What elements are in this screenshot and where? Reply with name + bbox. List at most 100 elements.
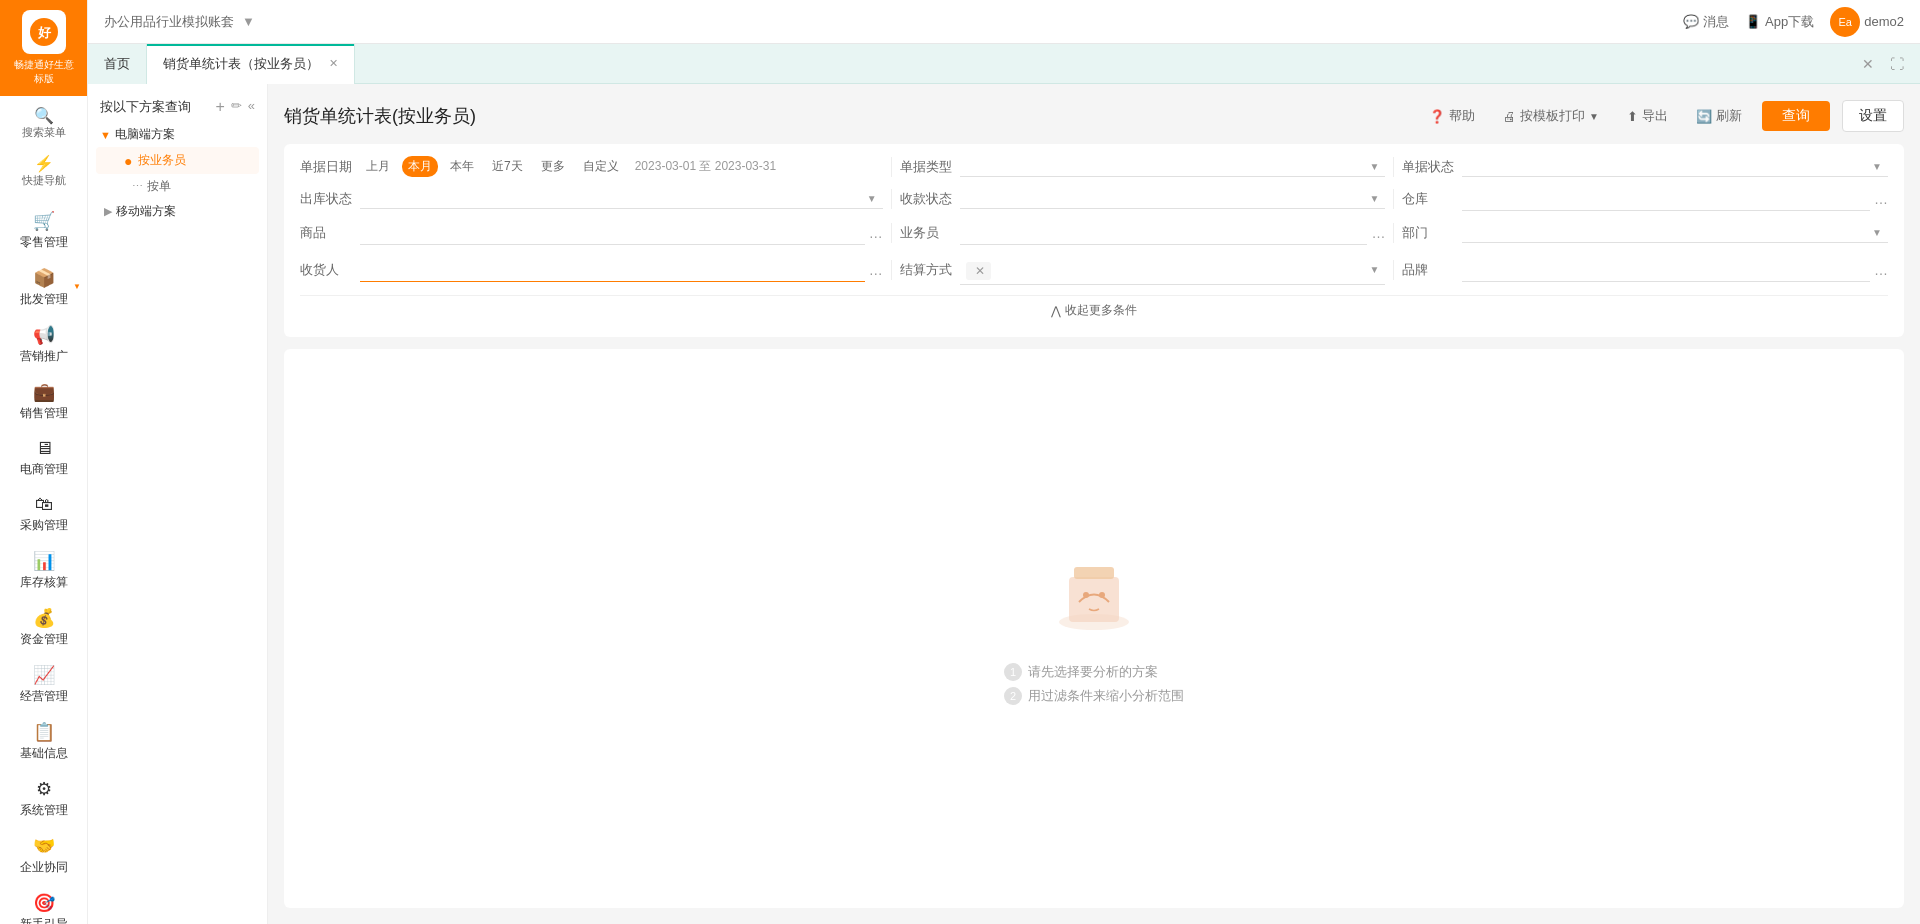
payment-method-select[interactable]: ✕ ▼ xyxy=(960,255,1386,285)
logo-text: 畅捷通好生意 标版 xyxy=(14,58,74,86)
date-btn-this-year[interactable]: 本年 xyxy=(444,156,480,177)
sidebar-item-purchase[interactable]: 🛍 采购管理 xyxy=(0,484,87,540)
date-btn-custom[interactable]: 自定义 xyxy=(577,156,625,177)
warehouse-dots[interactable]: … xyxy=(1874,191,1888,207)
scheme-item-by-salesperson[interactable]: ● 按业务员 xyxy=(96,147,259,174)
tab-maximize-icon[interactable]: ⛶ xyxy=(1890,56,1904,72)
date-btn-last-month[interactable]: 上月 xyxy=(360,156,396,177)
divider-2 xyxy=(1393,157,1394,177)
filter-department-field: 部门 ▼ xyxy=(1402,223,1888,243)
tab-home[interactable]: 首页 xyxy=(88,44,147,84)
collapse-filters-button[interactable]: ⋀ 收起更多条件 xyxy=(300,295,1888,325)
payment-method-clear-button[interactable]: ✕ xyxy=(975,264,985,278)
query-button[interactable]: 查询 xyxy=(1762,101,1830,131)
receiver-dots[interactable]: … xyxy=(869,262,883,278)
scheme-item-label-salesperson: 按业务员 xyxy=(138,152,186,169)
doctype-label: 单据类型 xyxy=(900,158,960,176)
warehouse-input[interactable] xyxy=(1462,187,1870,211)
sub-item-by-order[interactable]: ⋯ 按单 xyxy=(96,174,259,199)
chevron-right-icon: ▶ xyxy=(104,205,112,218)
docstatus-select[interactable]: ▼ xyxy=(1462,157,1888,177)
date-btn-7days[interactable]: 近7天 xyxy=(486,156,529,177)
receiver-input[interactable] xyxy=(360,258,865,282)
filter-payment-method-field: 结算方式 ✕ ▼ xyxy=(900,255,1386,285)
left-panel-actions: + ✏ « xyxy=(215,98,255,116)
sidebar: 好 畅捷通好生意 标版 🔍 搜索菜单 ⚡ 快捷导航 🛒 零售管理 📦 批发管理 … xyxy=(0,0,88,924)
svg-point-5 xyxy=(1083,592,1089,598)
sidebar-item-stock[interactable]: 📊 库存核算 xyxy=(0,540,87,597)
date-btn-this-month[interactable]: 本月 xyxy=(402,156,438,177)
filter-warehouse-field: 仓库 … xyxy=(1402,187,1888,211)
filter-salesperson-field: 业务员 … xyxy=(900,221,1386,245)
edit-scheme-button[interactable]: ✏ xyxy=(231,98,242,116)
salesperson-input[interactable] xyxy=(960,221,1368,245)
sidebar-item-system[interactable]: ⚙ 系统管理 xyxy=(0,768,87,825)
scheme-group-desktop-header[interactable]: ▼ 电脑端方案 xyxy=(96,122,259,147)
main-content: 办公用品行业模拟账套 ▼ 💬 消息 📱 App下载 Ea demo2 首页 xyxy=(88,0,1920,924)
filter-row-3: 商品 … 业务员 … 部门 ▼ xyxy=(300,221,1888,245)
sidebar-item-enterprise[interactable]: 🤝 企业协同 xyxy=(0,825,87,882)
payment-status-select[interactable]: ▼ xyxy=(960,189,1386,209)
left-panel-title-text: 按以下方案查询 xyxy=(100,98,191,116)
outstatus-chevron-icon: ▼ xyxy=(867,193,877,204)
tab-close-all-icon[interactable]: ✕ xyxy=(1862,56,1874,72)
department-chevron-icon: ▼ xyxy=(1872,227,1882,238)
scheme-group-mobile: ▶ 移动端方案 xyxy=(88,199,267,224)
help-icon: ❓ xyxy=(1429,109,1445,124)
doctype-select[interactable]: ▼ xyxy=(960,157,1386,177)
collapse-panel-button[interactable]: « xyxy=(248,98,255,116)
empty-state: 1 请先选择要分析的方案 2 用过滤条件来缩小分析范围 xyxy=(284,349,1904,908)
product-input[interactable] xyxy=(360,221,865,245)
salesperson-dots[interactable]: … xyxy=(1371,225,1385,241)
user-avatar-area[interactable]: Ea demo2 xyxy=(1830,7,1904,37)
product-dots[interactable]: … xyxy=(869,225,883,241)
payment-method-chevron-icon: ▼ xyxy=(1369,264,1379,275)
avatar: Ea xyxy=(1830,7,1860,37)
outstatus-label: 出库状态 xyxy=(300,190,360,208)
message-icon: 💬 xyxy=(1683,14,1699,29)
brand-dots[interactable]: … xyxy=(1874,262,1888,278)
refresh-button[interactable]: 🔄 刷新 xyxy=(1688,103,1750,129)
export-label: 导出 xyxy=(1642,107,1668,125)
outstatus-select[interactable]: ▼ xyxy=(360,189,883,209)
sidebar-item-search[interactable]: 🔍 搜索菜单 xyxy=(0,96,87,144)
sidebar-item-operation[interactable]: 📈 经营管理 xyxy=(0,654,87,711)
template-print-label: 按模板打印 xyxy=(1520,107,1585,125)
salesperson-label: 业务员 xyxy=(900,224,960,242)
sidebar-item-wholesale[interactable]: 📦 批发管理 xyxy=(0,257,87,314)
brand-input[interactable] xyxy=(1462,258,1870,282)
svg-text:好: 好 xyxy=(36,25,51,40)
date-btn-more[interactable]: 更多 xyxy=(535,156,571,177)
department-select[interactable]: ▼ xyxy=(1462,223,1888,243)
hint-num-1: 1 xyxy=(1004,663,1022,681)
tab-close-icon[interactable]: ✕ xyxy=(329,57,338,70)
sidebar-item-finance[interactable]: 💰 资金管理 xyxy=(0,597,87,654)
tab-sales-stat[interactable]: 销货单统计表（按业务员） ✕ xyxy=(147,44,355,84)
app-download-button[interactable]: 📱 App下载 xyxy=(1745,13,1814,31)
template-print-button[interactable]: 🖨 按模板打印 ▼ xyxy=(1495,103,1607,129)
logo-area[interactable]: 好 畅捷通好生意 标版 xyxy=(0,0,87,96)
export-button[interactable]: ⬆ 导出 xyxy=(1619,103,1676,129)
logo-icon: 好 xyxy=(22,10,66,54)
warehouse-label: 仓库 xyxy=(1402,190,1462,208)
add-scheme-button[interactable]: + xyxy=(215,98,224,116)
print-chevron-icon: ▼ xyxy=(1589,111,1599,122)
sidebar-item-newbie[interactable]: 🎯 新手引导 xyxy=(0,882,87,924)
settings-button[interactable]: 设置 xyxy=(1842,100,1904,132)
help-button[interactable]: ❓ 帮助 xyxy=(1421,103,1483,129)
scheme-group-mobile-header[interactable]: ▶ 移动端方案 xyxy=(96,199,259,224)
sidebar-item-marketing[interactable]: 📢 营销推广 xyxy=(0,314,87,371)
doctype-chevron-icon: ▼ xyxy=(1369,161,1379,172)
breadcrumb-arrow: ▼ xyxy=(242,14,255,29)
sidebar-item-retail[interactable]: 🛒 零售管理 xyxy=(0,200,87,257)
sidebar-item-sales[interactable]: 💼 销售管理 xyxy=(0,371,87,428)
message-button[interactable]: 💬 消息 xyxy=(1683,13,1729,31)
product-label: 商品 xyxy=(300,224,360,242)
docstatus-chevron-icon: ▼ xyxy=(1872,161,1882,172)
sidebar-item-ecommerce[interactable]: 🖥 电商管理 xyxy=(0,428,87,484)
sidebar-item-quicknav[interactable]: ⚡ 快捷导航 xyxy=(0,144,87,192)
date-range-text: 2023-03-01 至 2023-03-31 xyxy=(635,158,776,175)
payment-method-label: 结算方式 xyxy=(900,261,960,279)
sidebar-item-basic[interactable]: 📋 基础信息 xyxy=(0,711,87,768)
filter-receiver-field: 收货人 … xyxy=(300,258,883,282)
